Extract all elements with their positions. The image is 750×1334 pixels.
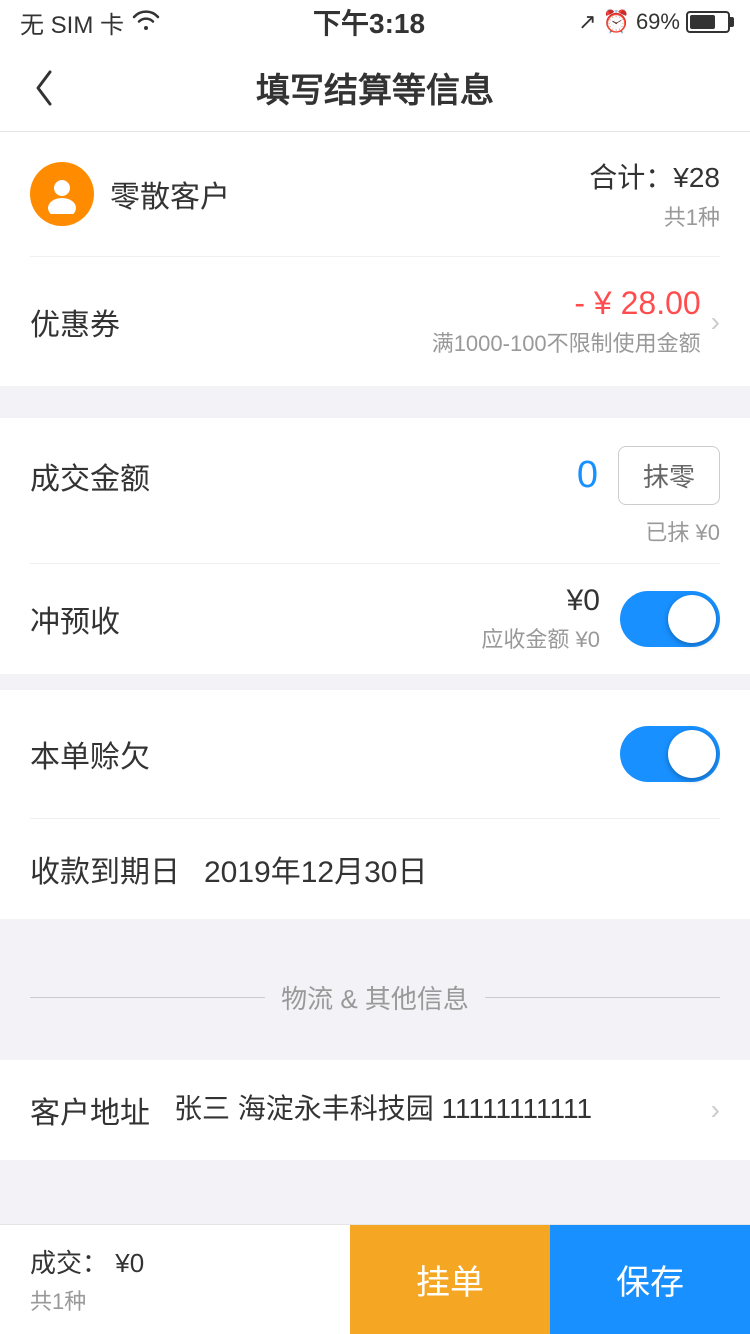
coupon-discount: - ¥ 28.00 [432,285,701,322]
transaction-section: 成交金额 0 抹零 已抹 ¥0 冲预收 ¥0 应收金额 ¥0 [0,418,750,674]
prepay-label: 冲预收 [30,597,120,641]
logistics-line-left [30,997,265,998]
round-button[interactable]: 抹零 [618,446,720,505]
nav-bar: 填写结算等信息 [0,44,750,132]
gray-separator-3 [0,935,750,951]
amount-right: 0 抹零 [577,446,720,505]
duedate-row: 收款到期日 2019年12月30日 [0,819,750,919]
address-chevron-icon: › [711,1094,720,1126]
save-button[interactable]: 保存 [550,1225,750,1334]
hang-button[interactable]: 挂单 [350,1225,550,1334]
total-amount: 合计：¥28 [589,156,720,196]
customer-name: 零散客户 [110,172,230,216]
status-bar: 无 SIM 卡 下午3:18 ↗ ⏰ 69% [0,0,750,44]
amount-row: 成交金额 0 抹零 [0,418,750,515]
duedate-label: 收款到期日 [30,847,180,891]
prepay-toggle[interactable] [620,591,720,647]
amount-label: 成交金额 [30,454,150,498]
prepay-amount: ¥0 [481,584,600,618]
logistics-header: 物流 & 其他信息 [0,951,750,1044]
gray-separator-2 [0,674,750,690]
debit-row: 本单赊欠 [0,690,750,818]
alarm-icon: ⏰ [603,9,630,35]
amount-value[interactable]: 0 [577,454,598,497]
status-right: ↗ ⏰ 69% [578,9,730,35]
coupon-row[interactable]: 优惠券 - ¥ 28.00 满1000-100不限制使用金额 › [0,257,750,386]
bottom-count: 共1种 [30,1284,320,1316]
prepay-right: ¥0 应收金额 ¥0 [481,584,720,654]
avatar [30,162,94,226]
chevron-right-icon: › [711,306,720,338]
bottom-bar: 成交： ¥0 共1种 挂单 保存 [0,1224,750,1334]
address-label: 客户地址 [30,1088,150,1132]
already-deducted: 已抹 ¥0 [0,515,750,563]
location-icon: ↗ [578,9,596,35]
coupon-right: - ¥ 28.00 满1000-100不限制使用金额 › [432,285,720,358]
no-sim-label: 无 SIM 卡 [20,5,124,40]
bottom-transaction-label: 成交： [30,1248,108,1278]
bottom-transaction: 成交： ¥0 [30,1243,320,1280]
battery-percent: 69% [636,9,680,35]
prepay-info: ¥0 应收金额 ¥0 [481,584,600,654]
total-count: 共1种 [589,200,720,232]
coupon-info: - ¥ 28.00 满1000-100不限制使用金额 [432,285,701,358]
debit-label: 本单赊欠 [30,732,150,776]
status-left: 无 SIM 卡 [20,5,160,40]
customer-row: 零散客户 合计：¥28 共1种 [0,132,750,256]
debit-section: 本单赊欠 收款到期日 2019年12月30日 [0,690,750,919]
address-value: 张三 海淀永丰科技园 11111111111 [174,1088,592,1130]
toggle-knob [668,595,716,643]
coupon-label: 优惠券 [30,300,120,344]
battery-icon [686,11,730,33]
wifi-icon [132,8,160,36]
bottom-transaction-value: ¥0 [115,1248,144,1278]
customer-right: 合计：¥28 共1种 [589,156,720,232]
duedate-value: 2019年12月30日 [204,847,427,891]
debit-toggle[interactable] [620,726,720,782]
customer-section: 零散客户 合计：¥28 共1种 优惠券 - ¥ 28.00 满1000-100不… [0,132,750,386]
logistics-label: 物流 & 其他信息 [281,979,469,1016]
prepay-row: 冲预收 ¥0 应收金额 ¥0 [0,564,750,674]
back-button[interactable] [24,68,64,108]
status-time: 下午3:18 [313,2,425,42]
address-row[interactable]: 客户地址 张三 海淀永丰科技园 11111111111 › [0,1060,750,1160]
coupon-desc: 满1000-100不限制使用金额 [432,326,701,358]
bottom-summary: 成交： ¥0 共1种 [0,1243,350,1316]
content-area: 零散客户 合计：¥28 共1种 优惠券 - ¥ 28.00 满1000-100不… [0,132,750,1296]
debit-toggle-knob [668,730,716,778]
prepay-receivable: 应收金额 ¥0 [481,622,600,654]
gray-separator-4 [0,1044,750,1060]
gray-separator-1 [0,402,750,418]
page-title: 填写结算等信息 [256,63,494,112]
logistics-line-right [485,997,720,998]
address-section: 客户地址 张三 海淀永丰科技园 11111111111 › [0,1060,750,1160]
address-left: 客户地址 张三 海淀永丰科技园 11111111111 [30,1088,592,1132]
customer-left: 零散客户 [30,162,230,226]
